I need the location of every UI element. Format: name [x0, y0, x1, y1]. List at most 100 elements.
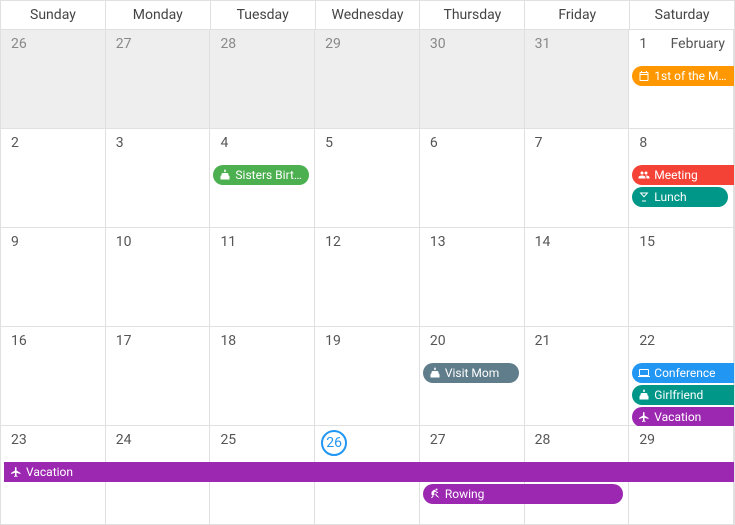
day-cell[interactable]: 3	[106, 129, 211, 227]
day-number: 14	[535, 234, 551, 250]
day-number: 11	[220, 234, 236, 250]
day-number: 25	[220, 432, 236, 448]
event-pill[interactable]: Vacation	[632, 407, 734, 427]
day-number: 23	[11, 432, 27, 448]
day-number: 20	[430, 333, 446, 349]
day-cell[interactable]: 12	[315, 228, 420, 326]
week-row: 16 17 18 19 20 21 22 Visit Mom ConferenceGirlfri…	[1, 327, 734, 426]
day-number: 1	[639, 36, 647, 52]
day-cell[interactable]: 5	[315, 129, 420, 227]
weekday-header: Saturday	[630, 1, 734, 29]
event-label: Lunch	[654, 187, 686, 207]
day-cell[interactable]: 19	[315, 327, 420, 425]
day-number-today: 26	[321, 430, 347, 456]
day-cell[interactable]: 6	[420, 129, 525, 227]
weekday-header: Thursday	[420, 1, 525, 29]
event-label: Vacation	[26, 462, 73, 482]
day-cell[interactable]: 14	[525, 228, 630, 326]
event-label: Rowing	[445, 484, 485, 504]
day-number: 22	[639, 333, 655, 349]
calendar-month-view: Sunday Monday Tuesday Wednesday Thursday…	[0, 0, 735, 525]
day-number: 27	[116, 36, 132, 52]
event-label: Vacation	[654, 407, 701, 427]
day-number: 6	[430, 135, 438, 151]
event-pill[interactable]: 1st of the M…	[632, 66, 734, 86]
day-number: 3	[116, 135, 124, 151]
day-cell[interactable]: 26	[1, 30, 106, 128]
week-row: 2 3 4 5 6 7 8 Sisters Birth… MeetingLunch	[1, 129, 734, 228]
event-pill[interactable]: Visit Mom	[423, 363, 519, 383]
week-row: 9 10 11 12 13 14 15	[1, 228, 734, 327]
flight-icon	[10, 466, 22, 478]
day-cell[interactable]: 29	[315, 30, 420, 128]
day-cell[interactable]: 7	[525, 129, 630, 227]
event-pill[interactable]: Vacation	[4, 462, 734, 482]
computer-icon	[638, 367, 650, 379]
day-number: 16	[11, 333, 27, 349]
day-cell[interactable]: 17	[106, 327, 211, 425]
day-number: 28	[220, 36, 236, 52]
day-number: 18	[220, 333, 236, 349]
weeks-container: 2627282930311February1st of the M…234567…	[1, 30, 734, 524]
month-label: February	[671, 36, 725, 52]
day-number: 27	[430, 432, 446, 448]
event-label: Conference	[654, 363, 715, 383]
cake-icon	[429, 367, 441, 379]
day-cell[interactable]: 15	[629, 228, 734, 326]
calendar-icon	[638, 70, 650, 82]
day-cell[interactable]: 11	[210, 228, 315, 326]
day-cell[interactable]: 10	[106, 228, 211, 326]
day-number: 2	[11, 135, 19, 151]
cake-icon	[219, 169, 231, 181]
day-number: 17	[116, 333, 132, 349]
event-pill[interactable]: Meeting	[632, 165, 734, 185]
day-cell[interactable]: 27	[106, 30, 211, 128]
day-cell[interactable]: 9	[1, 228, 106, 326]
day-cell[interactable]: 13	[420, 228, 525, 326]
day-number: 12	[325, 234, 341, 250]
day-number: 26	[11, 36, 27, 52]
day-number: 30	[430, 36, 446, 52]
day-number: 4	[220, 135, 228, 151]
day-number: 15	[639, 234, 655, 250]
day-cell[interactable]: 16	[1, 327, 106, 425]
rowing-icon	[429, 488, 441, 500]
cake-icon	[638, 389, 650, 401]
week-row: 26 27 28 29 30 31 1 February 1st of the M…	[1, 30, 734, 129]
local-bar-icon	[638, 191, 650, 203]
day-number: 7	[535, 135, 543, 151]
day-cell[interactable]: 28	[210, 30, 315, 128]
day-number: 5	[325, 135, 333, 151]
event-pill[interactable]: Conference	[632, 363, 734, 383]
day-cell[interactable]: 21	[525, 327, 630, 425]
day-number: 24	[116, 432, 132, 448]
group-icon	[638, 169, 650, 181]
weekday-header: Monday	[106, 1, 211, 29]
day-number: 29	[639, 432, 655, 448]
day-cell[interactable]: 31	[525, 30, 630, 128]
event-label: Girlfriend	[654, 385, 703, 405]
event-label: Meeting	[654, 165, 697, 185]
weekday-header: Wednesday	[316, 1, 421, 29]
day-number: 10	[116, 234, 132, 250]
weekday-header: Tuesday	[211, 1, 316, 29]
day-number: 21	[535, 333, 551, 349]
day-cell[interactable]: 30	[420, 30, 525, 128]
day-cell[interactable]: 2	[1, 129, 106, 227]
day-number: 29	[325, 36, 341, 52]
event-pill[interactable]: Sisters Birth…	[213, 165, 309, 185]
event-label: Sisters Birth…	[235, 165, 303, 185]
day-number: 19	[325, 333, 341, 349]
week-row: 23 24 25 26 27 28 29 Vacation Rowing	[1, 426, 734, 524]
day-cell[interactable]: 18	[210, 327, 315, 425]
day-number: 13	[430, 234, 446, 250]
day-number: 8	[639, 135, 647, 151]
event-pill[interactable]: Rowing	[423, 484, 623, 504]
flight-icon	[638, 411, 650, 423]
weekday-header-row: Sunday Monday Tuesday Wednesday Thursday…	[1, 1, 734, 30]
event-pill[interactable]: Girlfriend	[632, 385, 734, 405]
day-number: 28	[535, 432, 551, 448]
day-number: 9	[11, 234, 19, 250]
event-pill[interactable]: Lunch	[632, 187, 728, 207]
weekday-header: Friday	[525, 1, 630, 29]
